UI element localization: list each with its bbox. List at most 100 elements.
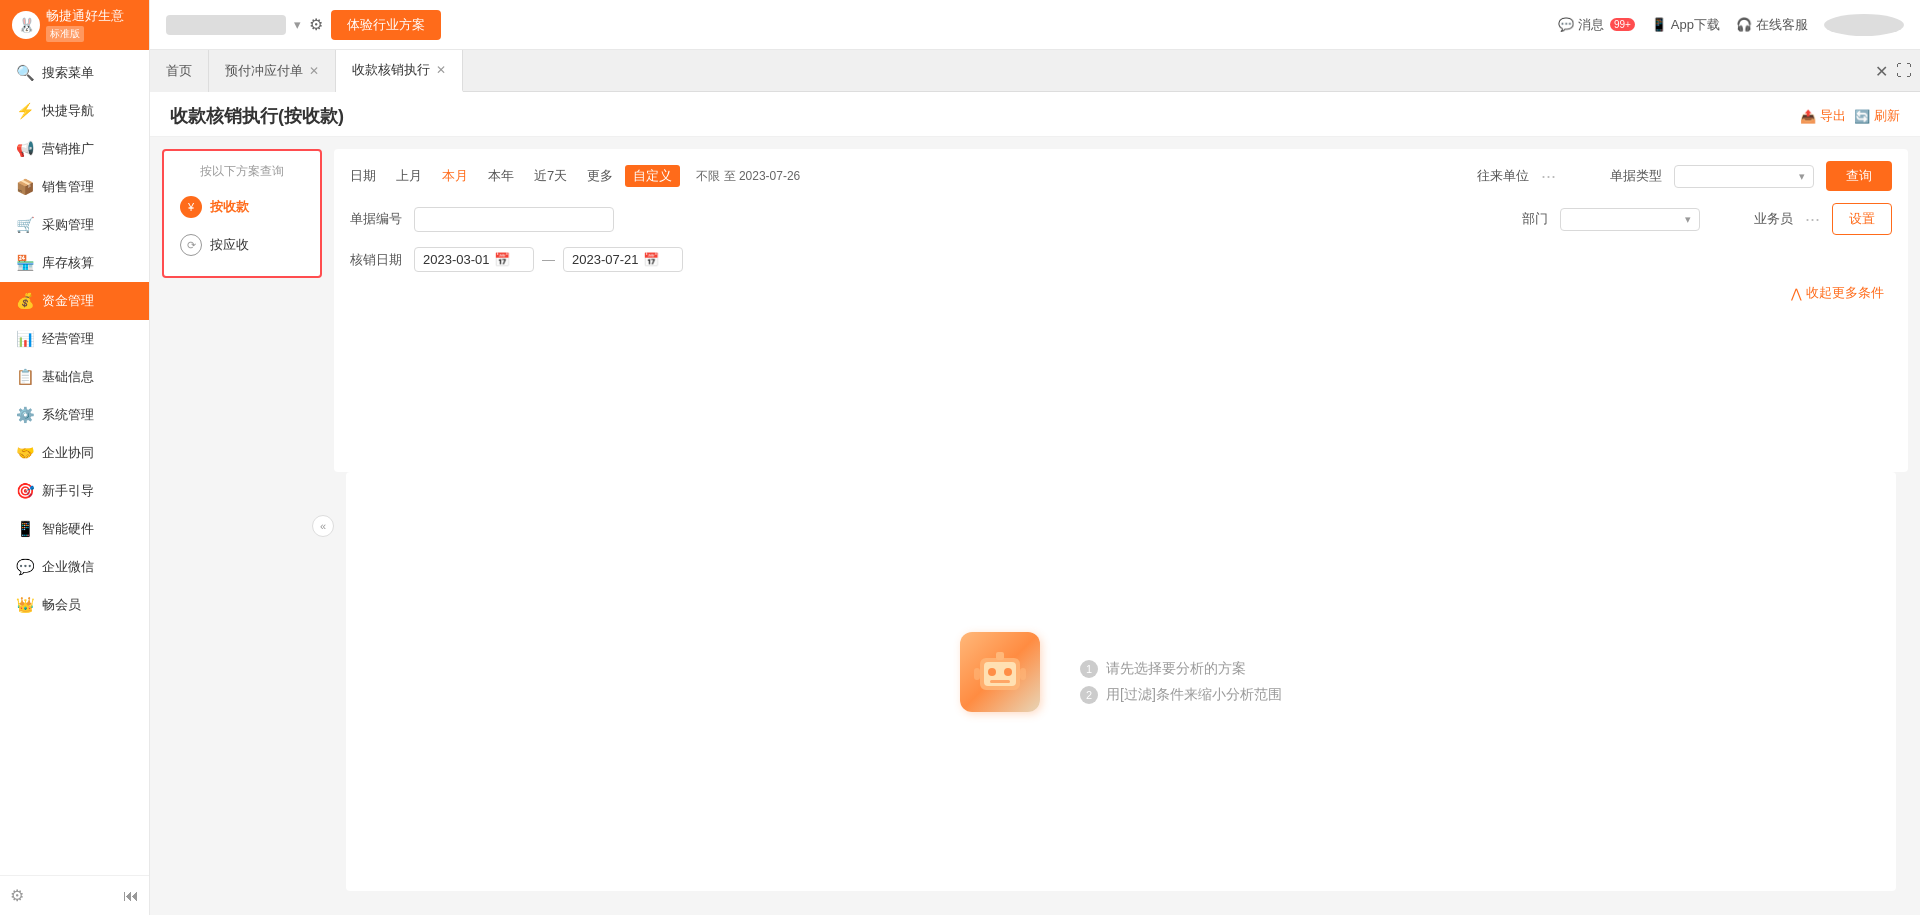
sidebar-label-search: 搜索菜单 — [42, 64, 94, 82]
tab-collection-close-icon[interactable]: ✕ — [436, 63, 446, 77]
bill-type-chevron-icon: ▾ — [1799, 170, 1805, 183]
tab-prepay[interactable]: 预付冲应付单 ✕ — [209, 50, 336, 92]
sidebar-item-inventory[interactable]: 🏪 库存核算 — [0, 244, 149, 282]
sidebar-label-cooperation: 企业协同 — [42, 444, 94, 462]
sidebar-item-management[interactable]: 📊 经营管理 — [0, 320, 149, 358]
logo-name: 畅捷通好生意 — [46, 8, 124, 24]
gear-icon[interactable]: ⚙ — [309, 15, 323, 34]
refresh-button[interactable]: 🔄 刷新 — [1854, 107, 1900, 125]
sidebar-item-quicknav[interactable]: ⚡ 快捷导航 — [0, 92, 149, 130]
collapse-panel-btn[interactable]: « — [312, 515, 334, 537]
bill-no-label: 单据编号 — [350, 210, 402, 228]
tab-home-label: 首页 — [166, 62, 192, 80]
tab-collection-verify-label: 收款核销执行 — [352, 61, 430, 79]
verify-date-range: 2023-03-01 📅 — 2023-07-21 📅 — [414, 247, 683, 272]
step-2-num: 2 — [1080, 686, 1098, 704]
setting-button[interactable]: 设置 — [1832, 203, 1892, 235]
export-icon: 📤 — [1800, 109, 1816, 124]
svg-point-2 — [988, 668, 996, 676]
sidebar-item-cooperation[interactable]: 🤝 企业协同 — [0, 434, 149, 472]
top-bar-left: ▾ ⚙ 体验行业方案 — [166, 10, 1546, 40]
sidebar-label-basic-info: 基础信息 — [42, 368, 94, 386]
quicknav-icon: ⚡ — [16, 102, 34, 120]
sidebar-item-marketing[interactable]: 📢 营销推广 — [0, 130, 149, 168]
export-button[interactable]: 📤 导出 — [1800, 107, 1846, 125]
date-btn-more[interactable]: 更多 — [579, 165, 621, 187]
date-btn-7days[interactable]: 近7天 — [526, 165, 575, 187]
sidebar-label-management: 经营管理 — [42, 330, 94, 348]
main-area: ▾ ⚙ 体验行业方案 💬 消息 99+ 📱 App下载 🎧 在线客服 首页 — [150, 0, 1920, 915]
online-service-btn[interactable]: 🎧 在线客服 — [1736, 16, 1808, 34]
date-btn-last-month[interactable]: 上月 — [388, 165, 430, 187]
dept-label: 部门 — [1522, 210, 1548, 228]
app-download-btn[interactable]: 📱 App下载 — [1651, 16, 1720, 34]
receipt-option-label: 按收款 — [210, 198, 249, 216]
bill-type-label: 单据类型 — [1610, 167, 1662, 185]
sidebar: 🐰 畅捷通好生意 标准版 🔍 搜索菜单 ⚡ 快捷导航 📢 营销推广 📦 销售管理… — [0, 0, 150, 915]
filter-row-2: 单据编号 部门 ▾ 业务员 ··· 设置 — [350, 203, 1892, 235]
sidebar-item-hardware[interactable]: 📱 智能硬件 — [0, 510, 149, 548]
query-option-by-receipt[interactable]: ¥ 按收款 — [164, 188, 320, 226]
message-btn[interactable]: 💬 消息 99+ — [1558, 16, 1635, 34]
salesperson-dots-btn[interactable]: ··· — [1805, 210, 1820, 228]
verify-date-end-input[interactable]: 2023-07-21 📅 — [563, 247, 683, 272]
sidebar-item-sales[interactable]: 📦 销售管理 — [0, 168, 149, 206]
query-button[interactable]: 查询 — [1826, 161, 1892, 191]
logo-area: 🐰 畅捷通好生意 标准版 — [0, 0, 149, 50]
user-avatar[interactable] — [1824, 14, 1904, 36]
search-menu-icon: 🔍 — [16, 64, 34, 82]
date-quick-btns: 上月 本月 本年 近7天 更多 自定义 — [388, 165, 680, 187]
app-download-label: App下载 — [1671, 16, 1720, 34]
query-option-by-receivable[interactable]: ⟳ 按应收 — [164, 226, 320, 264]
sidebar-label-purchase: 采购管理 — [42, 216, 94, 234]
sidebar-item-finance[interactable]: 💰 资金管理 — [0, 282, 149, 320]
company-dropdown-icon[interactable]: ▾ — [294, 17, 301, 32]
cooperation-icon: 🤝 — [16, 444, 34, 462]
sidebar-item-system[interactable]: ⚙️ 系统管理 — [0, 396, 149, 434]
message-badge: 99+ — [1610, 18, 1635, 31]
sidebar-label-hardware: 智能硬件 — [42, 520, 94, 538]
date-range-display: 不限 至 2023-07-26 — [696, 168, 800, 185]
sidebar-item-basic-info[interactable]: 📋 基础信息 — [0, 358, 149, 396]
logo-icon: 🐰 — [12, 11, 40, 39]
query-panel-wrapper: 按以下方案查询 ¥ 按收款 ⟳ 按应收 « — [162, 149, 322, 903]
verify-date-end-value: 2023-07-21 — [572, 252, 639, 267]
bill-no-input[interactable] — [414, 207, 614, 232]
bill-type-select[interactable]: ▾ — [1674, 165, 1814, 188]
date-btn-this-month[interactable]: 本月 — [434, 165, 476, 187]
calendar-start-icon[interactable]: 📅 — [494, 252, 510, 267]
date-btn-this-year[interactable]: 本年 — [480, 165, 522, 187]
collapse-up-icon: ⋀ — [1791, 286, 1802, 301]
tab-home[interactable]: 首页 — [150, 50, 209, 92]
verify-date-start-input[interactable]: 2023-03-01 📅 — [414, 247, 534, 272]
sidebar-item-wechat[interactable]: 💬 企业微信 — [0, 548, 149, 586]
wechat-icon: 💬 — [16, 558, 34, 576]
inventory-icon: 🏪 — [16, 254, 34, 272]
calendar-end-icon[interactable]: 📅 — [643, 252, 659, 267]
settings-icon[interactable]: ⚙ — [10, 886, 24, 905]
sidebar-item-search[interactable]: 🔍 搜索菜单 — [0, 54, 149, 92]
counterpart-dots-btn[interactable]: ··· — [1541, 167, 1556, 185]
company-name-blurred — [166, 15, 286, 35]
tab-bar-actions: ✕ ⛶ — [1875, 61, 1912, 80]
service-icon: 🎧 — [1736, 17, 1752, 32]
tab-collection-verify[interactable]: 收款核销执行 ✕ — [336, 50, 463, 92]
dept-chevron-icon: ▾ — [1685, 213, 1691, 226]
industry-btn[interactable]: 体验行业方案 — [331, 10, 441, 40]
dept-select[interactable]: ▾ — [1560, 208, 1700, 231]
expand-tab-icon[interactable]: ⛶ — [1896, 61, 1912, 80]
collapse-conditions-row[interactable]: ⋀ 收起更多条件 — [350, 284, 1892, 302]
sidebar-item-guide[interactable]: 🎯 新手引导 — [0, 472, 149, 510]
collapse-sidebar-icon[interactable]: ⏮ — [123, 887, 139, 905]
top-bar: ▾ ⚙ 体验行业方案 💬 消息 99+ 📱 App下载 🎧 在线客服 — [150, 0, 1920, 50]
sidebar-item-member[interactable]: 👑 畅会员 — [0, 586, 149, 624]
tab-prepay-close-icon[interactable]: ✕ — [309, 64, 319, 78]
filter-row-1: 日期 上月 本月 本年 近7天 更多 自定义 不限 至 2023-07-26 往… — [350, 161, 1892, 191]
sidebar-item-purchase[interactable]: 🛒 采购管理 — [0, 206, 149, 244]
date-btn-custom[interactable]: 自定义 — [625, 165, 680, 187]
empty-hint-2-text: 用[过滤]条件来缩小分析范围 — [1106, 686, 1282, 704]
close-tab-icon[interactable]: ✕ — [1875, 61, 1888, 80]
robot-illustration — [960, 632, 1040, 712]
app-icon: 📱 — [1651, 17, 1667, 32]
message-icon: 💬 — [1558, 17, 1574, 32]
